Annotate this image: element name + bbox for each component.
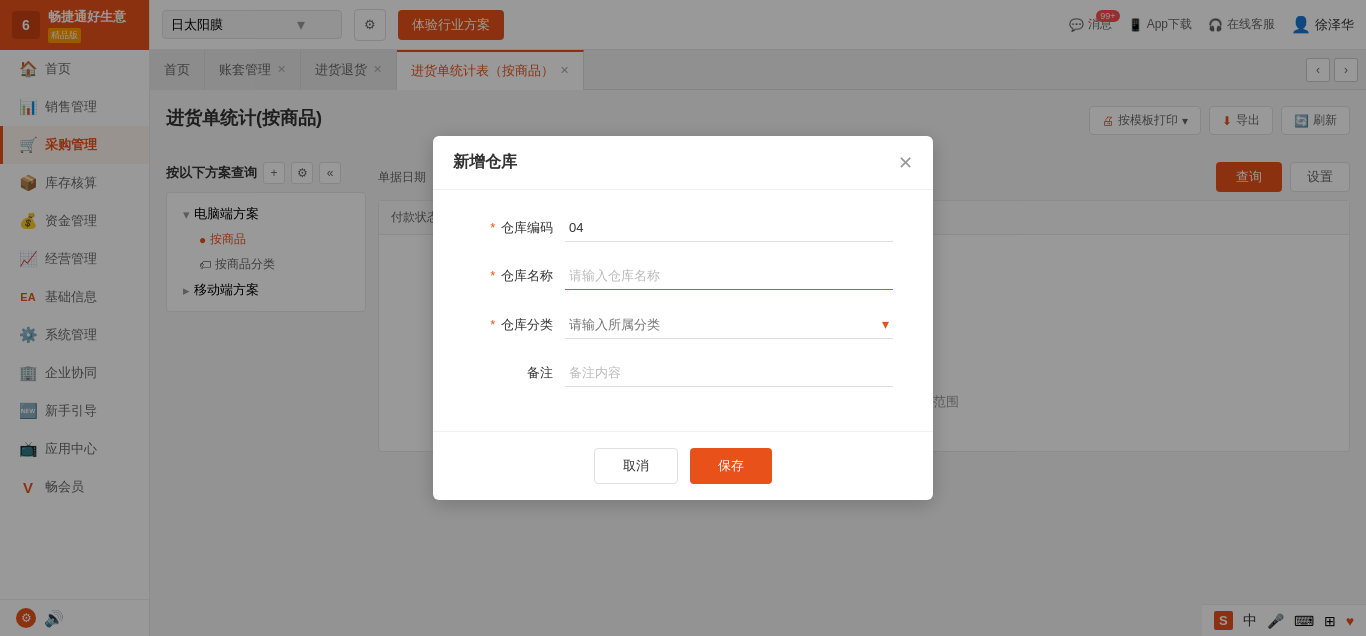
cancel-btn[interactable]: 取消 bbox=[594, 448, 678, 484]
modal-overlay: 新增仓库 ✕ * 仓库编码 * 仓库名称 bbox=[0, 0, 1366, 636]
category-select-wrapper[interactable]: ▾ bbox=[565, 310, 893, 339]
dialog-close-icon[interactable]: ✕ bbox=[898, 154, 913, 172]
dialog-footer: 取消 保存 bbox=[433, 431, 933, 500]
form-row-remark: 备注 bbox=[473, 359, 893, 387]
dialog-body: * 仓库编码 * 仓库名称 * 仓库分类 bbox=[433, 190, 933, 431]
dialog-title: 新增仓库 bbox=[453, 152, 517, 173]
name-input[interactable] bbox=[565, 262, 893, 290]
form-row-category: * 仓库分类 ▾ bbox=[473, 310, 893, 339]
category-label: * 仓库分类 bbox=[473, 316, 553, 334]
remark-input[interactable] bbox=[565, 359, 893, 387]
code-input[interactable] bbox=[565, 214, 893, 242]
code-label: * 仓库编码 bbox=[473, 219, 553, 237]
dialog-header: 新增仓库 ✕ bbox=[433, 136, 933, 190]
form-row-code: * 仓库编码 bbox=[473, 214, 893, 242]
form-row-name: * 仓库名称 bbox=[473, 262, 893, 290]
name-label: * 仓库名称 bbox=[473, 267, 553, 285]
remark-label: 备注 bbox=[473, 364, 553, 382]
category-input[interactable] bbox=[569, 317, 882, 332]
save-btn[interactable]: 保存 bbox=[690, 448, 772, 484]
category-dropdown-icon: ▾ bbox=[882, 316, 889, 332]
dialog-new-warehouse: 新增仓库 ✕ * 仓库编码 * 仓库名称 bbox=[433, 136, 933, 500]
